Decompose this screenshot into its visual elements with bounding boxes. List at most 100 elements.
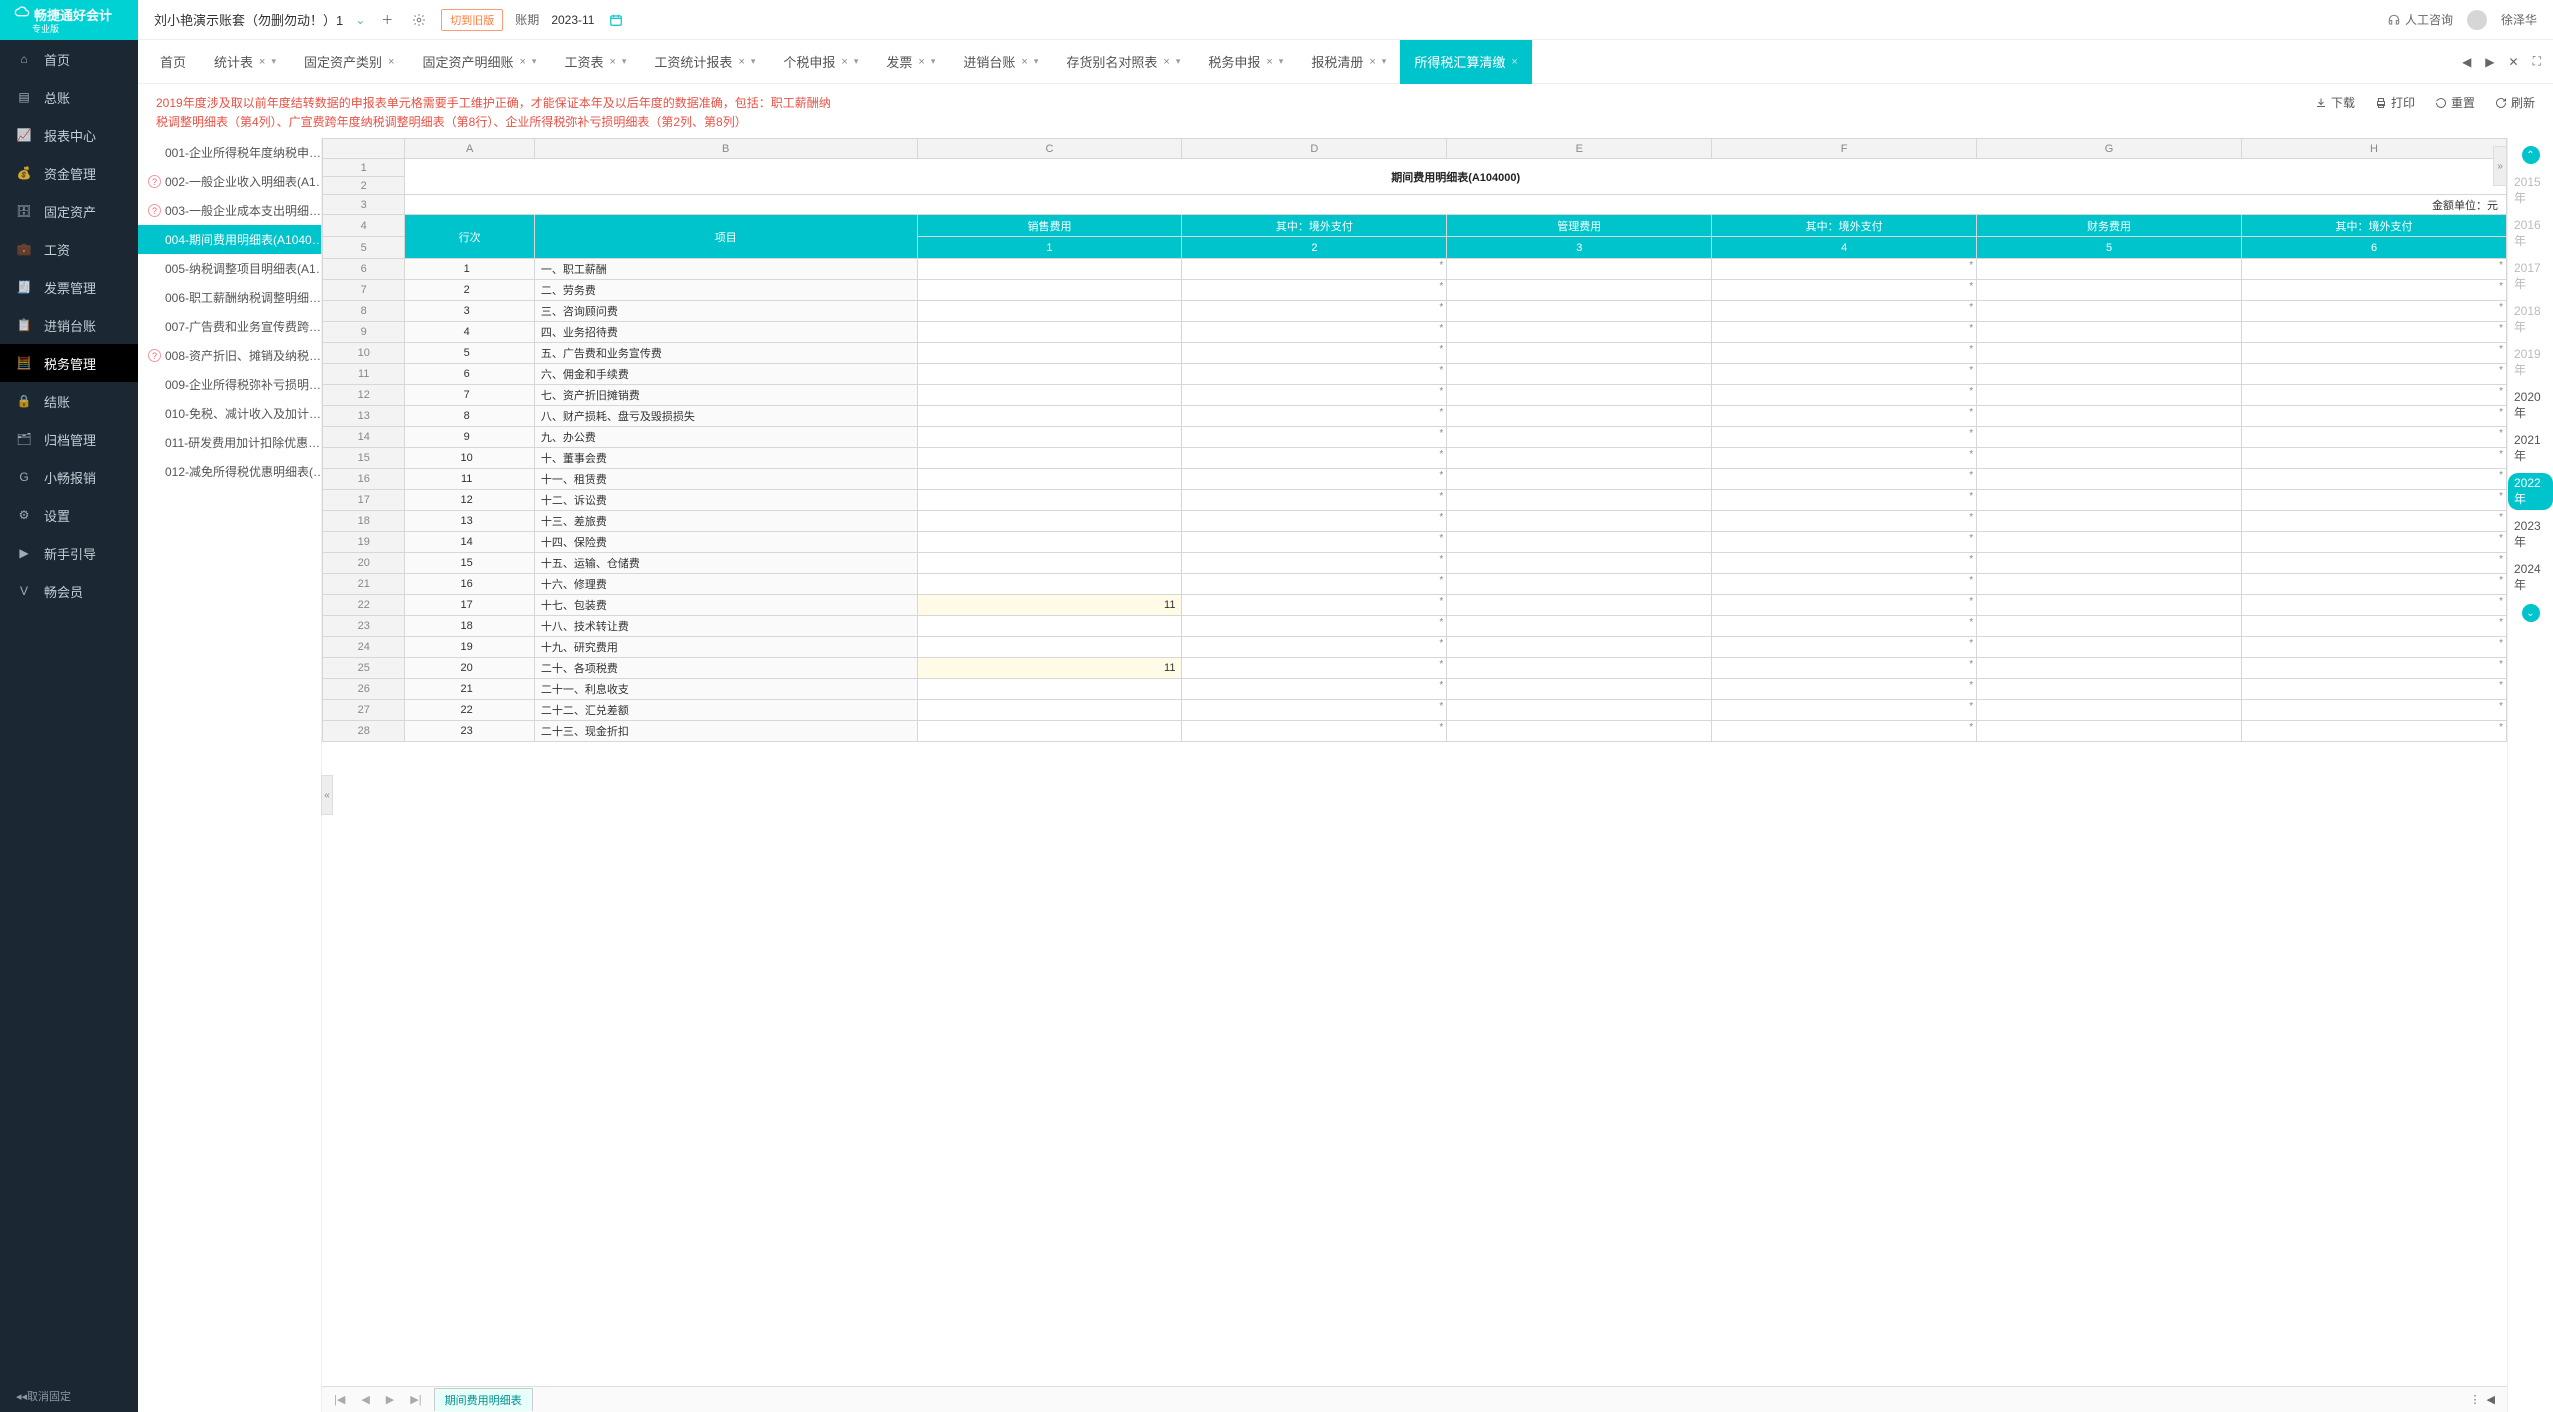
row-header[interactable]: 14 — [323, 427, 405, 448]
row-header[interactable]: 1 — [323, 159, 405, 177]
data-cell[interactable] — [1712, 658, 1977, 679]
sidebar-item-salary[interactable]: 💼工资 — [0, 230, 138, 268]
data-cell[interactable] — [917, 322, 1182, 343]
data-cell[interactable] — [1712, 637, 1977, 658]
data-cell[interactable] — [917, 259, 1182, 280]
sheet-tab-dragger[interactable]: ⋮ — [2470, 1393, 2481, 1406]
report-list-item[interactable]: ?011-研发费用加计扣除优惠… — [138, 428, 321, 457]
data-cell[interactable] — [1182, 574, 1447, 595]
row-header[interactable]: 10 — [323, 343, 405, 364]
sidebar-item-xc[interactable]: G小畅报销 — [0, 458, 138, 496]
data-cell[interactable] — [917, 574, 1182, 595]
data-cell[interactable] — [1182, 322, 1447, 343]
expand-pane-handle[interactable]: » — [2493, 146, 2507, 186]
tab-close-icon[interactable]: × — [519, 56, 525, 68]
row-header[interactable]: 2 — [323, 177, 405, 195]
data-cell[interactable] — [1447, 595, 1712, 616]
data-cell[interactable] — [1182, 595, 1447, 616]
data-cell[interactable] — [2242, 343, 2507, 364]
data-cell[interactable] — [1447, 259, 1712, 280]
data-cell[interactable] — [1447, 364, 1712, 385]
data-cell[interactable] — [1447, 721, 1712, 742]
tab-scroll-right[interactable]: ▶ — [2481, 53, 2498, 71]
data-cell[interactable] — [1447, 427, 1712, 448]
report-list-item[interactable]: ?007-广告费和业务宣传费跨… — [138, 312, 321, 341]
data-cell[interactable] — [1447, 553, 1712, 574]
data-cell[interactable] — [1447, 658, 1712, 679]
tab-close-icon[interactable]: × — [1266, 56, 1272, 68]
sidebar-item-home[interactable]: ⌂首页 — [0, 40, 138, 78]
data-cell[interactable] — [917, 301, 1182, 322]
data-cell[interactable] — [1447, 511, 1712, 532]
sidebar-item-guide[interactable]: ▶新手引导 — [0, 534, 138, 572]
year-item[interactable]: 2022年 — [2508, 473, 2553, 510]
report-list-item[interactable]: ?008-资产折旧、摊销及纳税… — [138, 341, 321, 370]
sidebar-item-ledger[interactable]: ▤总账 — [0, 78, 138, 116]
sheet-tab-last[interactable]: ▶| — [406, 1393, 425, 1406]
data-cell[interactable] — [1712, 385, 1977, 406]
row-header[interactable]: 5 — [323, 237, 405, 259]
data-cell[interactable] — [1712, 364, 1977, 385]
sidebar-item-settings[interactable]: ⚙设置 — [0, 496, 138, 534]
data-cell[interactable] — [1977, 385, 2242, 406]
data-cell[interactable] — [1447, 574, 1712, 595]
row-header[interactable]: 3 — [323, 195, 405, 215]
data-cell[interactable] — [2242, 532, 2507, 553]
data-cell[interactable] — [917, 469, 1182, 490]
data-cell[interactable] — [1182, 721, 1447, 742]
data-cell[interactable] — [1712, 490, 1977, 511]
data-cell[interactable] — [1712, 679, 1977, 700]
data-cell[interactable] — [917, 406, 1182, 427]
row-header[interactable]: 11 — [323, 364, 405, 385]
row-header[interactable]: 20 — [323, 553, 405, 574]
row-header[interactable]: 24 — [323, 637, 405, 658]
data-cell[interactable] — [1712, 574, 1977, 595]
data-cell[interactable] — [1712, 406, 1977, 427]
data-cell[interactable] — [1182, 406, 1447, 427]
report-list-item[interactable]: ?001-企业所得税年度纳税申… — [138, 138, 321, 167]
period-value[interactable]: 2023-11 — [551, 13, 594, 27]
report-list-item[interactable]: ?005-纳税调整项目明细表(A1… — [138, 254, 321, 283]
data-cell[interactable] — [1712, 448, 1977, 469]
sidebar-item-member[interactable]: V畅会员 — [0, 572, 138, 610]
row-header[interactable]: 16 — [323, 469, 405, 490]
data-cell[interactable] — [2242, 301, 2507, 322]
data-cell[interactable] — [2242, 427, 2507, 448]
data-cell[interactable] — [2242, 700, 2507, 721]
data-cell[interactable] — [1182, 364, 1447, 385]
data-cell[interactable] — [1712, 322, 1977, 343]
data-cell[interactable] — [917, 553, 1182, 574]
sidebar-item-funds[interactable]: 💰资金管理 — [0, 154, 138, 192]
data-cell[interactable] — [2242, 553, 2507, 574]
data-cell[interactable] — [1712, 595, 1977, 616]
tab-expand[interactable]: ⛶ — [2529, 52, 2545, 71]
add-account-button[interactable]: ＋ — [377, 10, 397, 30]
data-cell[interactable] — [1447, 322, 1712, 343]
data-cell[interactable] — [1447, 448, 1712, 469]
data-cell[interactable] — [1447, 700, 1712, 721]
data-cell[interactable] — [917, 427, 1182, 448]
report-list-item[interactable]: ?009-企业所得税弥补亏损明… — [138, 370, 321, 399]
tab[interactable]: 统计表×▾ — [200, 40, 290, 84]
user-name[interactable]: 徐泽华 — [2501, 11, 2537, 28]
tab-close-icon[interactable]: × — [1369, 56, 1375, 68]
tab-close-icon[interactable]: × — [1163, 56, 1169, 68]
corner-cell[interactable] — [323, 139, 405, 159]
data-cell[interactable] — [2242, 574, 2507, 595]
reset-button[interactable]: 重置 — [2435, 94, 2475, 111]
data-cell[interactable] — [2242, 721, 2507, 742]
data-cell[interactable] — [1712, 469, 1977, 490]
data-cell[interactable] — [1182, 679, 1447, 700]
data-cell[interactable] — [1977, 511, 2242, 532]
sidebar-item-asset[interactable]: 🗄固定资产 — [0, 192, 138, 230]
print-button[interactable]: 打印 — [2375, 94, 2415, 111]
tab[interactable]: 发票×▾ — [872, 40, 949, 84]
help-icon[interactable]: ? — [148, 175, 161, 188]
row-header[interactable]: 27 — [323, 700, 405, 721]
consult-button[interactable]: 人工咨询 — [2387, 11, 2453, 28]
data-cell[interactable] — [1712, 301, 1977, 322]
year-item[interactable]: 2023年 — [2508, 516, 2553, 553]
data-cell[interactable] — [1712, 280, 1977, 301]
sheet-tab-next[interactable]: ▶ — [382, 1393, 398, 1406]
data-cell[interactable] — [917, 343, 1182, 364]
